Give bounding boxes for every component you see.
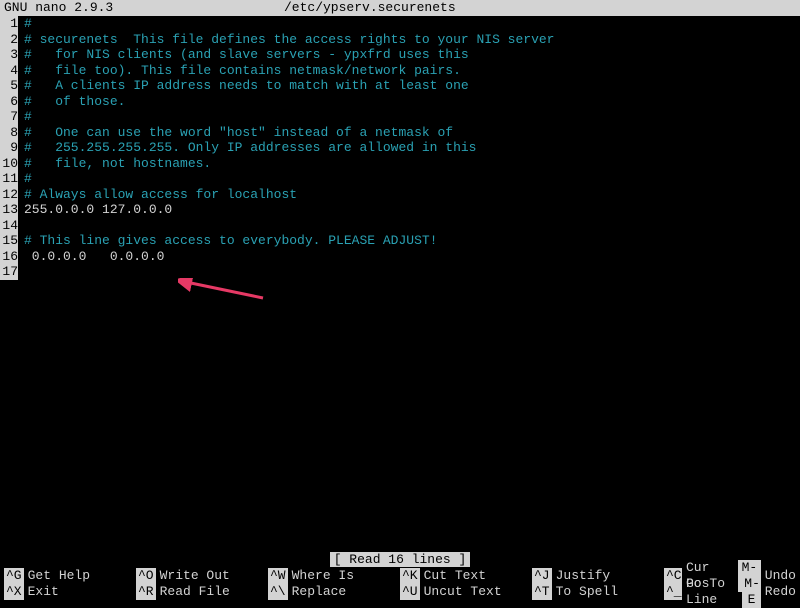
app-name: GNU nano 2.9.3	[4, 0, 284, 16]
shortcut-label: Cut Text	[424, 568, 486, 584]
shortcut-label: Write Out	[160, 568, 230, 584]
code-line[interactable]: 255.0.0.0 127.0.0.0	[24, 202, 800, 218]
shortcut-key: ^\	[268, 584, 288, 600]
shortcut: ^\Replace	[268, 584, 400, 600]
shortcut-label: Exit	[28, 584, 59, 600]
nano-footer: [ Read 16 lines ] ^GGet Help^OWrite Out^…	[0, 552, 800, 600]
shortcut-label: Where Is	[292, 568, 354, 584]
shortcut-key: ^R	[136, 584, 156, 600]
line-number: 16	[0, 249, 18, 265]
shortcut-key: ^T	[532, 584, 552, 600]
shortcut-key: ^C	[664, 568, 682, 584]
code-line[interactable]	[24, 264, 800, 280]
shortcut-key: M-E	[742, 576, 760, 607]
line-number: 5	[0, 78, 18, 94]
line-number: 15	[0, 233, 18, 249]
shortcut: ^XExit	[4, 584, 136, 600]
line-number: 13	[0, 202, 18, 218]
line-number: 14	[0, 218, 18, 234]
line-number: 6	[0, 94, 18, 110]
shortcut: ^UUncut Text	[400, 584, 532, 600]
shortcut-key: ^U	[400, 584, 420, 600]
code-line[interactable]: # file, not hostnames.	[24, 156, 800, 172]
line-number: 8	[0, 125, 18, 141]
line-number: 1	[0, 16, 18, 32]
shortcut-label: Replace	[292, 584, 347, 600]
line-number: 10	[0, 156, 18, 172]
shortcut-label: Uncut Text	[424, 584, 502, 600]
code-line[interactable]: # for NIS clients (and slave servers - y…	[24, 47, 800, 63]
line-number: 7	[0, 109, 18, 125]
code-line[interactable]: # file too). This file contains netmask/…	[24, 63, 800, 79]
shortcuts-row2: ^XExit^RRead File^\Replace^UUncut Text^T…	[0, 584, 800, 600]
shortcut: ^KCut Text	[400, 568, 532, 584]
line-number: 3	[0, 47, 18, 63]
annotation-arrow	[178, 278, 268, 308]
code-line[interactable]: # of those.	[24, 94, 800, 110]
shortcut: ^GGet Help	[4, 568, 136, 584]
code-line[interactable]: #	[24, 109, 800, 125]
code-line[interactable]: # One can use the word "host" instead of…	[24, 125, 800, 141]
code-line[interactable]: 0.0.0.0 0.0.0.0	[24, 249, 800, 265]
code-line[interactable]: # 255.255.255.255. Only IP addresses are…	[24, 140, 800, 156]
filename: /etc/ypserv.securenets	[284, 0, 796, 16]
shortcut-label: Go To Line	[686, 576, 734, 607]
file-content[interactable]: ## securenets This file defines the acce…	[20, 16, 800, 280]
line-number: 11	[0, 171, 18, 187]
line-number: 4	[0, 63, 18, 79]
code-line[interactable]: # A clients IP address needs to match wi…	[24, 78, 800, 94]
editor-area[interactable]: 1234567891011121314151617 ## securenets …	[0, 16, 800, 280]
shortcut: ^OWrite Out	[136, 568, 268, 584]
status-message: [ Read 16 lines ]	[330, 552, 471, 567]
line-number: 17	[0, 264, 18, 280]
shortcut-label: To Spell	[556, 584, 618, 600]
code-line[interactable]	[24, 218, 800, 234]
shortcut-key: ^_	[664, 584, 682, 600]
shortcut: ^_Go To LineM-ERedo	[664, 584, 796, 600]
shortcut: ^RRead File	[136, 584, 268, 600]
shortcut-key: ^K	[400, 568, 420, 584]
line-gutter: 1234567891011121314151617	[0, 16, 20, 280]
shortcut: ^TTo Spell	[532, 584, 664, 600]
shortcut-label: Undo	[765, 568, 796, 584]
shortcut-key: ^W	[268, 568, 288, 584]
shortcuts-row1: ^GGet Help^OWrite Out^WWhere Is^KCut Tex…	[0, 568, 800, 584]
shortcut-key: ^O	[136, 568, 156, 584]
code-line[interactable]: # Always allow access for localhost	[24, 187, 800, 203]
shortcut-key: ^G	[4, 568, 24, 584]
code-line[interactable]: # This line gives access to everybody. P…	[24, 233, 800, 249]
shortcut-label: Get Help	[28, 568, 90, 584]
status-bar: [ Read 16 lines ]	[0, 552, 800, 568]
shortcut-key: ^X	[4, 584, 24, 600]
shortcut: ^JJustify	[532, 568, 664, 584]
shortcut: ^WWhere Is	[268, 568, 400, 584]
code-line[interactable]: #	[24, 171, 800, 187]
nano-header: GNU nano 2.9.3 /etc/ypserv.securenets	[0, 0, 800, 16]
line-number: 12	[0, 187, 18, 203]
shortcut-label: Redo	[765, 584, 796, 600]
line-number: 2	[0, 32, 18, 48]
shortcut-key: ^J	[532, 568, 552, 584]
line-number: 9	[0, 140, 18, 156]
shortcut-label: Read File	[160, 584, 230, 600]
code-line[interactable]: # securenets This file defines the acces…	[24, 32, 800, 48]
code-line[interactable]: #	[24, 16, 800, 32]
shortcut-label: Justify	[556, 568, 611, 584]
